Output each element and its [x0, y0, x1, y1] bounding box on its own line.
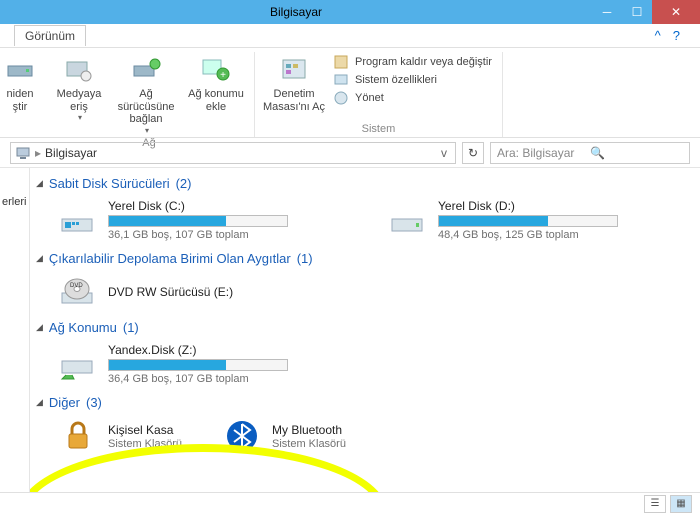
- main-view[interactable]: ◢ Sabit Disk Sürücüleri (2) Yerel Disk (…: [30, 168, 700, 492]
- collapse-icon: ◢: [36, 322, 43, 333]
- item-personal-vault[interactable]: Kişisel Kasa Sistem Klasörü: [58, 414, 182, 458]
- item-bluetooth[interactable]: My Bluetooth Sistem Klasörü: [222, 414, 346, 458]
- drive-d[interactable]: Yerel Disk (D:) 48,4 GB boş, 125 GB topl…: [388, 195, 688, 245]
- svg-text:+: +: [220, 70, 226, 81]
- manage-icon: [333, 90, 349, 106]
- window-title: Bilgisayar: [0, 5, 592, 19]
- category-hard-drives[interactable]: ◢ Sabit Disk Sürücüleri (2): [34, 174, 692, 195]
- capacity-bar: [108, 215, 288, 227]
- computer-icon: [15, 145, 31, 161]
- hdd-icon: [58, 202, 98, 238]
- ribbon-system-properties[interactable]: Sistem özellikleri: [333, 72, 492, 88]
- ribbon-media-access[interactable]: Medyaya eriş▾: [50, 52, 108, 137]
- capacity-bar: [438, 215, 618, 227]
- ribbon: niden ştir Medyaya eriş▾ Ağ sürücüsüne b…: [0, 48, 700, 138]
- category-removable[interactable]: ◢ Çıkarılabilir Depolama Birimi Olan Ayg…: [34, 249, 692, 270]
- ribbon-cut-left[interactable]: niden ştir: [2, 52, 38, 115]
- collapse-icon: ◢: [36, 178, 43, 189]
- help-button[interactable]: ?: [667, 28, 686, 43]
- search-placeholder: Ara: Bilgisayar: [497, 146, 590, 160]
- ribbon-group-label-system: Sistem: [362, 123, 396, 137]
- ribbon-control-panel[interactable]: Denetim Masası'nı Aç: [261, 52, 327, 115]
- drive-icon: [4, 54, 36, 86]
- category-other[interactable]: ◢ Diğer (3): [34, 393, 692, 414]
- drive-z-yandex[interactable]: Yandex.Disk (Z:) 36,4 GB boş, 107 GB top…: [58, 339, 358, 389]
- media-icon: [63, 54, 95, 86]
- view-tiles-button[interactable]: ▦: [670, 495, 692, 513]
- navigation-pane[interactable]: erleri: [0, 168, 30, 492]
- ribbon-add-network-location[interactable]: + Ağ konumu ekle: [184, 52, 248, 137]
- content-area: erleri ◢ Sabit Disk Sürücüleri (2) Yerel…: [0, 168, 700, 492]
- hdd-icon: [388, 202, 428, 238]
- refresh-button[interactable]: ↻: [462, 142, 484, 164]
- address-separator: ▸: [35, 146, 41, 160]
- system-properties-icon: [333, 72, 349, 88]
- dvd-icon: DVD: [58, 274, 98, 310]
- category-network-location[interactable]: ◢ Ağ Konumu (1): [34, 318, 692, 339]
- ribbon-manage[interactable]: Yönet: [333, 90, 492, 106]
- uninstall-icon: [333, 54, 349, 70]
- drive-dvd[interactable]: DVD DVD RW Sürücüsü (E:): [34, 270, 692, 314]
- ribbon-uninstall-program[interactable]: Program kaldır veya değiştir: [333, 54, 492, 70]
- title-bar: Bilgisayar ─ ☐ ✕: [0, 0, 700, 24]
- drive-c[interactable]: Yerel Disk (C:) 36,1 GB boş, 107 GB topl…: [58, 195, 358, 245]
- address-bar-row: ▸ Bilgisayar v ↻ Ara: Bilgisayar 🔍: [0, 138, 700, 168]
- ribbon-map-network-drive[interactable]: Ağ sürücüsüne bağlan▾: [110, 52, 182, 137]
- search-icon: 🔍: [590, 146, 683, 160]
- maximize-button[interactable]: ☐: [622, 0, 652, 24]
- ribbon-collapse-button[interactable]: ^: [649, 28, 667, 43]
- control-panel-icon: [278, 54, 310, 86]
- ribbon-tab-bar: Görünüm ^ ?: [0, 24, 700, 48]
- lock-icon: [58, 418, 98, 454]
- network-location-icon: +: [200, 54, 232, 86]
- capacity-bar: [108, 359, 288, 371]
- collapse-icon: ◢: [36, 253, 43, 264]
- close-button[interactable]: ✕: [652, 0, 700, 24]
- network-drive-icon: [58, 346, 98, 382]
- search-box[interactable]: Ara: Bilgisayar 🔍: [490, 142, 690, 164]
- network-drive-icon: [130, 54, 162, 86]
- bluetooth-icon: [222, 418, 262, 454]
- svg-text:DVD: DVD: [70, 283, 83, 289]
- view-details-button[interactable]: ☰: [644, 495, 666, 513]
- sidebar-cut-label: erleri: [0, 196, 29, 208]
- tab-view[interactable]: Görünüm: [14, 25, 86, 46]
- minimize-button[interactable]: ─: [592, 0, 622, 24]
- status-bar: ☰ ▦: [0, 492, 700, 514]
- address-path: Bilgisayar: [45, 146, 97, 160]
- address-bar[interactable]: ▸ Bilgisayar v: [10, 142, 456, 164]
- address-dropdown[interactable]: v: [437, 146, 451, 160]
- collapse-icon: ◢: [36, 397, 43, 408]
